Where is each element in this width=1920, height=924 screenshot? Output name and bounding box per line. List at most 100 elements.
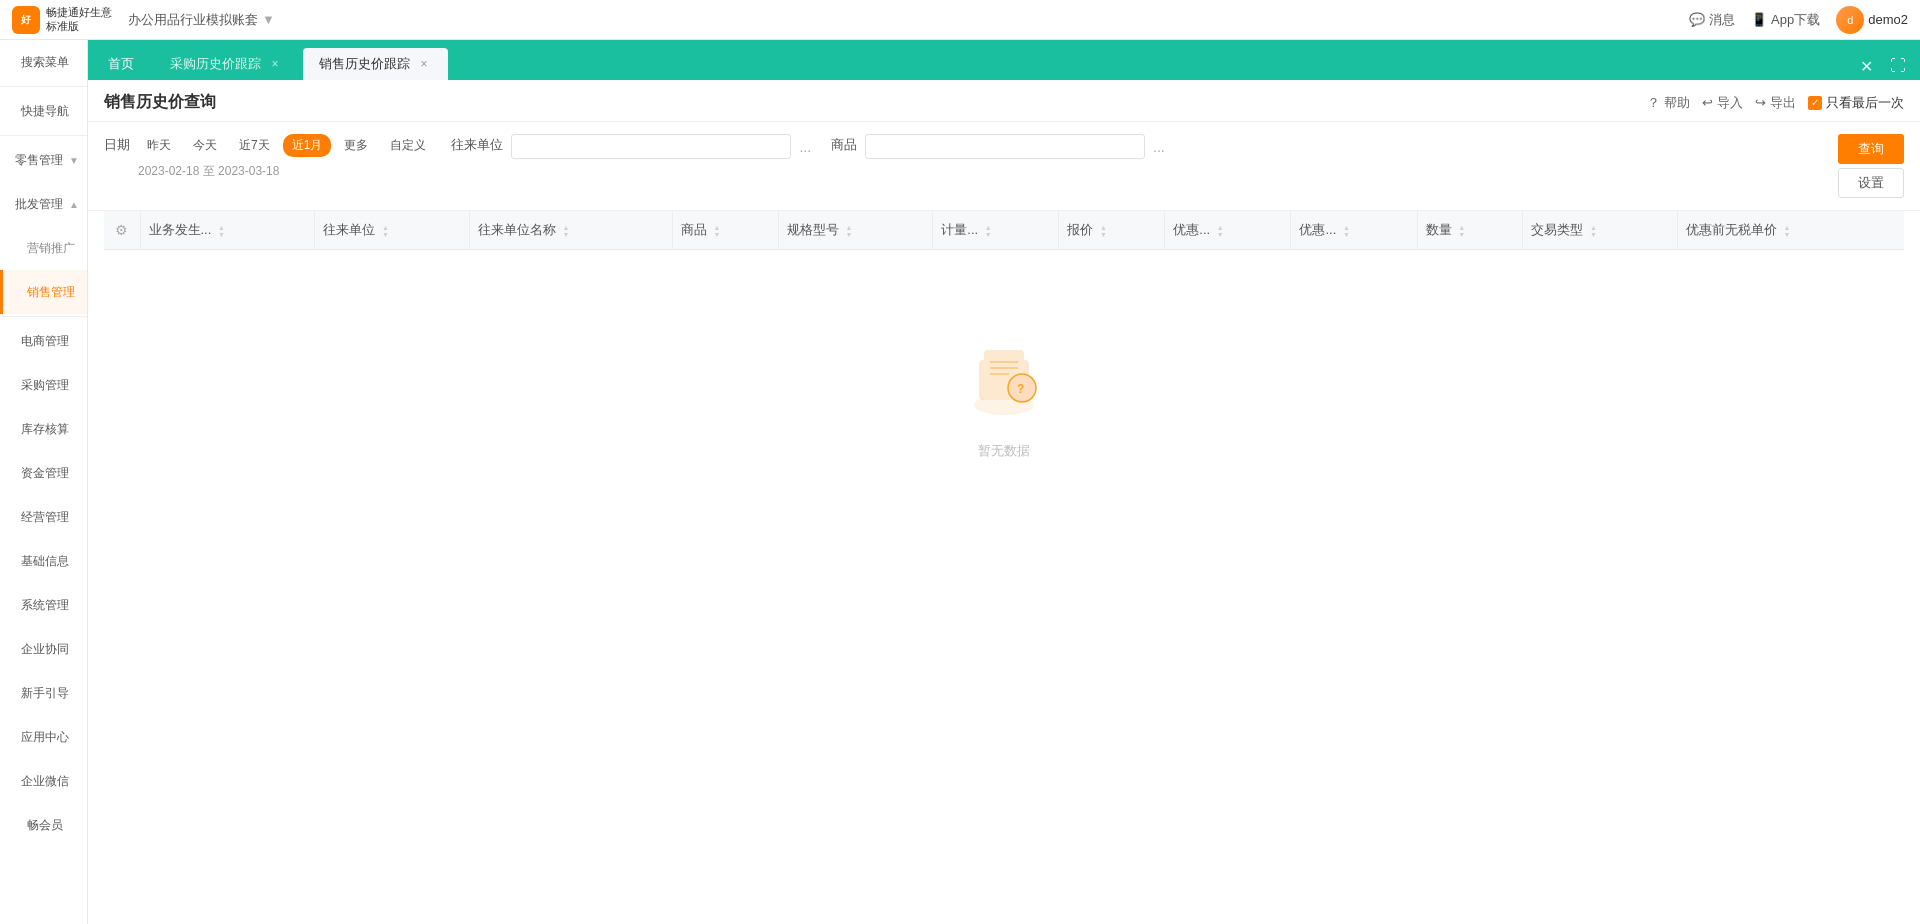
export-button[interactable]: ↪ 导出 <box>1755 94 1796 112</box>
sidebar-item-search-menu[interactable]: 搜索菜单 <box>0 40 87 84</box>
guide-label: 新手引导 <box>21 685 69 702</box>
sales-mgmt-label: 销售管理 <box>27 284 75 301</box>
sidebar-item-app-center[interactable]: 应用中心 <box>0 715 87 759</box>
sidebar-item-vip[interactable]: 畅会员 <box>0 803 87 847</box>
empty-state-text: 暂无数据 <box>978 442 1030 460</box>
purchase-label: 采购管理 <box>21 377 69 394</box>
operation-label: 经营管理 <box>21 509 69 526</box>
th-qty[interactable]: 数量 ▲▼ <box>1417 211 1523 250</box>
sidebar-item-marketing[interactable]: 营销推广 <box>0 226 87 270</box>
th-unit[interactable]: 计量... ▲▼ <box>933 211 1059 250</box>
th-goods[interactable]: 商品 ▲▼ <box>672 211 778 250</box>
import-button[interactable]: ↩ 导入 <box>1702 94 1743 112</box>
tab-sales-history[interactable]: 销售历史价跟踪 × <box>303 48 448 80</box>
user-area[interactable]: d demo2 <box>1836 6 1908 34</box>
th-spec[interactable]: 规格型号 ▲▼ <box>778 211 933 250</box>
sidebar: 搜索菜单 快捷导航 零售管理 ▼ 批发管理 ▲ 营销推广 销售管理 电商管理 采… <box>0 40 88 924</box>
sidebar-item-retail-mgmt[interactable]: 零售管理 ▼ <box>0 138 87 182</box>
sort-icon-trade-type: ▲▼ <box>1590 224 1597 238</box>
close-all-tabs-button[interactable]: ✕ <box>1852 52 1880 80</box>
partner-filter-label: 往来单位 <box>451 134 503 154</box>
sort-icon-biz-date: ▲▼ <box>218 224 225 238</box>
date-btn-yesterday[interactable]: 昨天 <box>138 134 180 157</box>
th-partner-code[interactable]: 往来单位 ▲▼ <box>315 211 470 250</box>
th-quote[interactable]: 报价 ▲▼ <box>1059 211 1165 250</box>
th-biz-date[interactable]: 业务发生... ▲▼ <box>140 211 315 250</box>
sort-icon-unit: ▲▼ <box>985 224 992 238</box>
date-buttons: 昨天 今天 近7天 近1月 更多 自定义 <box>138 134 435 157</box>
user-name-label: demo2 <box>1868 12 1908 27</box>
sidebar-item-sales-mgmt[interactable]: 销售管理 <box>0 270 87 314</box>
sidebar-item-inventory[interactable]: 库存核算 <box>0 407 87 451</box>
table-gear-icon[interactable]: ⚙ <box>115 222 128 238</box>
sort-icon-goods: ▲▼ <box>714 224 721 238</box>
sidebar-item-guide[interactable]: 新手引导 <box>0 671 87 715</box>
fullscreen-button[interactable]: ⛶ <box>1884 52 1912 80</box>
th-discount1[interactable]: 优惠... ▲▼ <box>1165 211 1291 250</box>
sidebar-divider-3 <box>0 316 87 317</box>
date-btn-custom[interactable]: 自定义 <box>381 134 435 157</box>
sidebar-item-quick-nav[interactable]: 快捷导航 <box>0 89 87 133</box>
sidebar-item-finance[interactable]: 资金管理 <box>0 451 87 495</box>
sidebar-item-basic-info[interactable]: 基础信息 <box>0 539 87 583</box>
svg-text:?: ? <box>1017 382 1024 396</box>
export-icon: ↪ <box>1755 95 1766 110</box>
filter-area: 日期 昨天 今天 近7天 近1月 更多 自定义 2023-02-18 至 202… <box>88 122 1920 211</box>
sidebar-item-wechat[interactable]: 企业微信 <box>0 759 87 803</box>
only-last-checkbox-label[interactable]: ✓ 只看最后一次 <box>1808 94 1904 112</box>
sidebar-divider-2 <box>0 135 87 136</box>
tab-sales-history-label: 销售历史价跟踪 <box>319 55 410 73</box>
help-icon: ？ <box>1647 94 1660 112</box>
date-btn-today[interactable]: 今天 <box>184 134 226 157</box>
system-label: 系统管理 <box>21 597 69 614</box>
query-button[interactable]: 查询 <box>1838 134 1904 164</box>
page-header: 销售历史价查询 ？ 帮助 ↩ 导入 ↪ 导出 <box>88 80 1920 122</box>
tab-home[interactable]: 首页 <box>92 48 150 80</box>
help-button[interactable]: ？ 帮助 <box>1647 94 1690 112</box>
th-discount2[interactable]: 优惠... ▲▼ <box>1291 211 1417 250</box>
tab-home-label: 首页 <box>108 55 134 73</box>
mobile-icon: 📱 <box>1751 12 1767 27</box>
th-pre-tax-price[interactable]: 优惠前无税单价 ▲▼ <box>1677 211 1904 250</box>
th-partner-name[interactable]: 往来单位名称 ▲▼ <box>469 211 672 250</box>
partner-input[interactable] <box>511 134 791 159</box>
marketing-label: 营销推广 <box>27 240 75 257</box>
chat-button[interactable]: 💬 消息 <box>1689 11 1735 29</box>
sidebar-item-operation[interactable]: 经营管理 <box>0 495 87 539</box>
vip-label: 畅会员 <box>27 817 63 834</box>
tab-sales-history-close[interactable]: × <box>416 56 432 72</box>
sidebar-item-enterprise[interactable]: 企业协同 <box>0 627 87 671</box>
empty-state-icon: ? <box>954 330 1054 430</box>
sort-icon-discount2: ▲▼ <box>1343 224 1350 238</box>
date-btn-1month[interactable]: 近1月 <box>283 134 332 157</box>
sidebar-item-purchase[interactable]: 采购管理 <box>0 363 87 407</box>
wechat-label: 企业微信 <box>21 773 69 790</box>
only-last-checkbox[interactable]: ✓ <box>1808 96 1822 110</box>
wholesale-mgmt-label: 批发管理 <box>11 196 67 213</box>
sidebar-item-system[interactable]: 系统管理 <box>0 583 87 627</box>
search-menu-label: 搜索菜单 <box>21 54 69 71</box>
filter-settings-button[interactable]: 设置 <box>1838 168 1904 198</box>
goods-filter-group: 商品 ... <box>831 134 1169 159</box>
goods-input[interactable] <box>865 134 1145 159</box>
date-btn-7days[interactable]: 近7天 <box>230 134 279 157</box>
tab-purchase-history[interactable]: 采购历史价跟踪 × <box>154 48 299 80</box>
app-download-button[interactable]: 📱 App下载 <box>1751 11 1820 29</box>
date-btn-more[interactable]: 更多 <box>335 134 377 157</box>
partner-dots-button[interactable]: ... <box>795 137 815 157</box>
goods-dots-button[interactable]: ... <box>1149 137 1169 157</box>
sidebar-item-wholesale-mgmt[interactable]: 批发管理 ▲ <box>0 182 87 226</box>
tab-purchase-history-close[interactable]: × <box>267 56 283 72</box>
quick-nav-label: 快捷导航 <box>21 103 69 120</box>
app-logo-icon: 好 <box>12 6 40 34</box>
page-title: 销售历史价查询 <box>104 92 216 113</box>
wholesale-mgmt-arrow: ▲ <box>69 199 79 210</box>
partner-input-group: ... <box>511 134 815 159</box>
date-filter-options: 昨天 今天 近7天 近1月 更多 自定义 2023-02-18 至 2023-0… <box>138 134 435 180</box>
app-title-dropdown-icon[interactable]: ▼ <box>262 12 275 27</box>
sidebar-item-ecommerce[interactable]: 电商管理 <box>0 319 87 363</box>
content-area: 首页 采购历史价跟踪 × 销售历史价跟踪 × ✕ ⛶ 销售历史价查询 <box>88 40 1920 924</box>
sort-icon-spec: ▲▼ <box>845 224 852 238</box>
header-right: 💬 消息 📱 App下载 d demo2 <box>1689 6 1908 34</box>
th-trade-type[interactable]: 交易类型 ▲▼ <box>1523 211 1678 250</box>
